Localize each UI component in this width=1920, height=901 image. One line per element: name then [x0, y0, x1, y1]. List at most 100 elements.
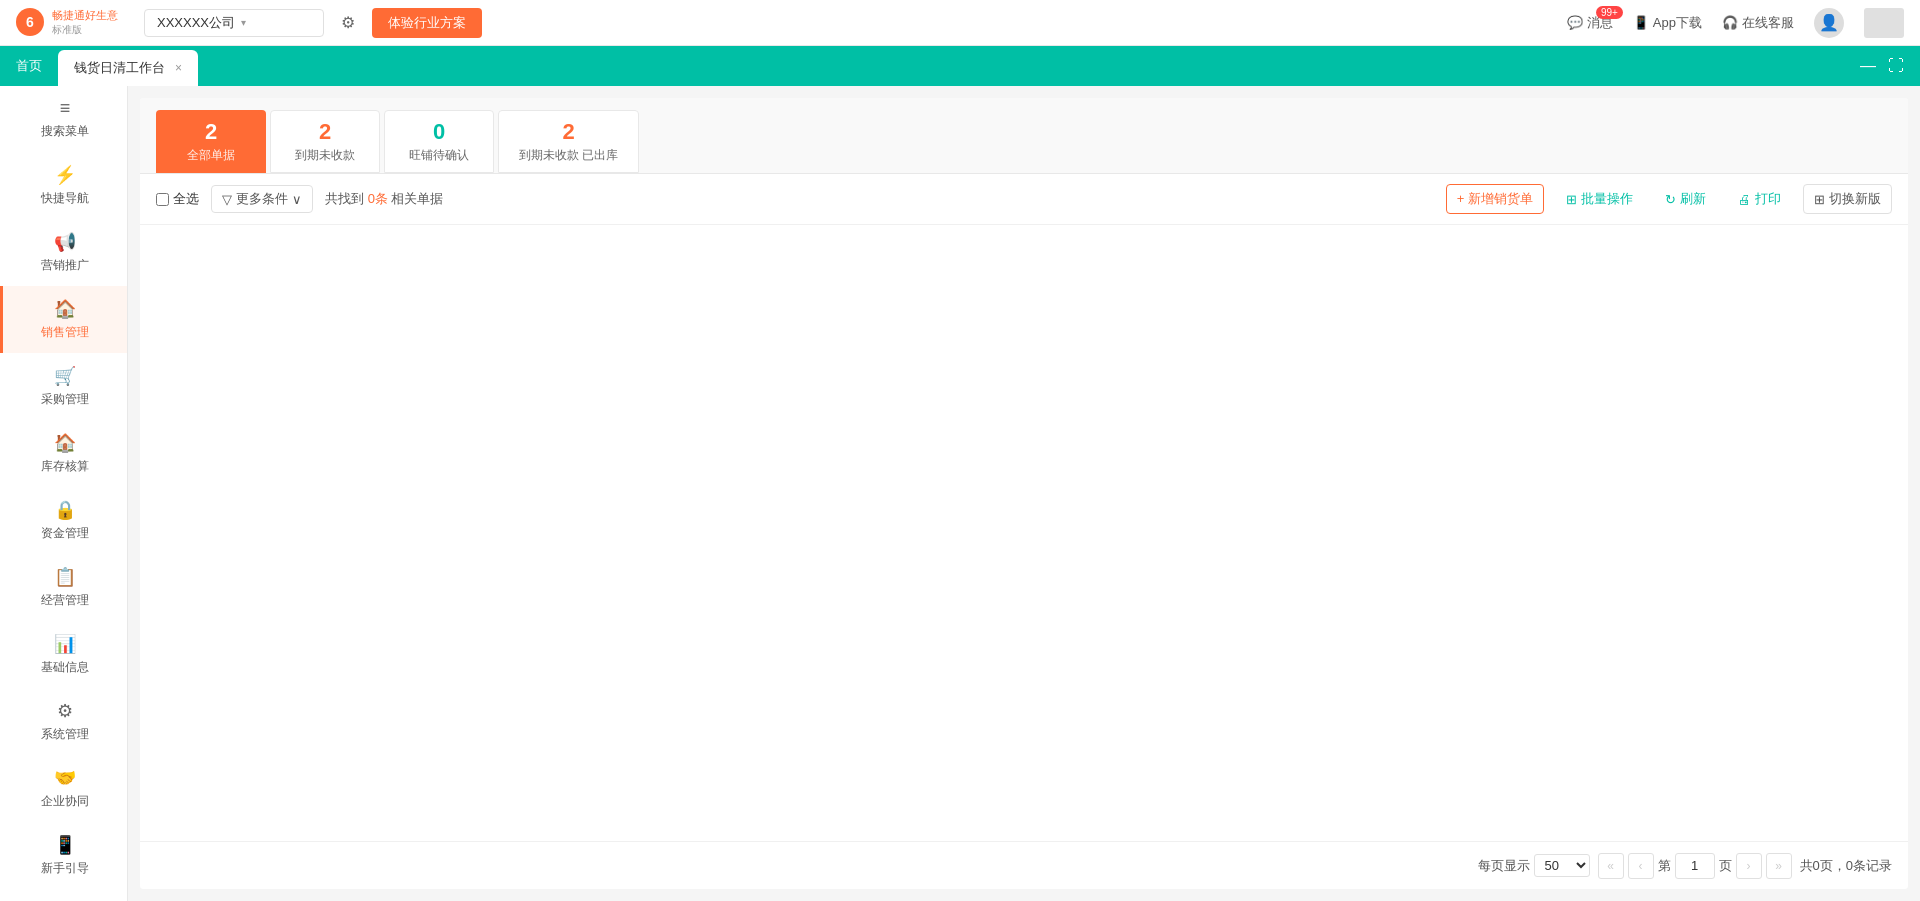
batch-operation-button[interactable]: ⊞ 批量操作: [1556, 185, 1643, 213]
operations-icon: 📋: [54, 566, 76, 588]
filter-button[interactable]: ▽ 更多条件 ∨: [211, 185, 313, 213]
avatar[interactable]: 👤: [1814, 8, 1844, 38]
switch-label: 切换新版: [1829, 190, 1881, 208]
sidebar-item-operations[interactable]: 📋 经营管理: [0, 554, 127, 621]
found-prefix: 共找到: [325, 191, 364, 206]
page-suffix-label: 页: [1719, 857, 1732, 875]
page-nav: « ‹ 第 页 › »: [1598, 853, 1792, 879]
stat-label-pending: 旺铺待确认: [409, 147, 469, 164]
refresh-icon: ↻: [1665, 192, 1676, 207]
sidebar-item-quick-nav[interactable]: ⚡ 快捷导航: [0, 152, 127, 219]
page-first-button[interactable]: «: [1598, 853, 1624, 879]
stats-tabs: 2 全部单据 2 到期未收款 0 旺铺待确认 2 到期未收款 已出库: [140, 98, 1908, 174]
per-page-select[interactable]: 20 50 100: [1534, 854, 1590, 877]
tab-home[interactable]: 首页: [0, 46, 58, 86]
select-all-label: 全选: [173, 190, 199, 208]
stat-num-pending: 0: [433, 119, 445, 145]
sidebar-label-inventory: 库存核算: [41, 458, 89, 475]
marketing-icon: 📢: [54, 231, 76, 253]
sidebar-label-marketing: 营销推广: [41, 257, 89, 274]
stat-tab-overdue-shipped[interactable]: 2 到期未收款 已出库: [498, 110, 639, 173]
content-area: 2 全部单据 2 到期未收款 0 旺铺待确认 2 到期未收款 已出库: [128, 86, 1920, 901]
sidebar-item-search-menu[interactable]: ≡ 搜索菜单: [0, 86, 127, 152]
experience-button[interactable]: 体验行业方案: [372, 8, 482, 38]
online-service-action[interactable]: 🎧 在线客服: [1722, 14, 1794, 32]
logo-text: 畅捷通好生意: [52, 8, 118, 22]
avatar-icon: 👤: [1819, 13, 1839, 32]
message-icon: 💬: [1567, 15, 1583, 30]
sidebar-item-system[interactable]: ⚙ 系统管理: [0, 688, 127, 755]
tab-close-icon[interactable]: ×: [175, 61, 182, 75]
sidebar-label-search-menu: 搜索菜单: [41, 123, 89, 140]
add-sales-order-button[interactable]: + 新增销货单: [1446, 184, 1544, 214]
content-inner: 2 全部单据 2 到期未收款 0 旺铺待确认 2 到期未收款 已出库: [140, 98, 1908, 889]
stat-label-overdue-shipped: 到期未收款 已出库: [519, 147, 618, 164]
per-page-label: 每页显示: [1478, 857, 1530, 875]
service-icon: 🎧: [1722, 15, 1738, 30]
quick-nav-icon: ⚡: [54, 164, 76, 186]
page-label: 第: [1658, 857, 1671, 875]
messages-action[interactable]: 💬 消息 99+: [1567, 14, 1613, 32]
stat-label-overdue: 到期未收款: [295, 147, 355, 164]
toolbar-right: + 新增销货单 ⊞ 批量操作 ↻ 刷新 🖨 打印 ⊞: [1446, 184, 1892, 214]
sidebar-label-basic-info: 基础信息: [41, 659, 89, 676]
download-icon: 📱: [1633, 15, 1649, 30]
purchase-icon: 🛒: [54, 365, 76, 387]
sidebar-item-enterprise[interactable]: 🤝 企业协同: [0, 755, 127, 822]
sidebar-item-finance[interactable]: 🔒 资金管理: [0, 487, 127, 554]
found-suffix: 相关单据: [391, 191, 443, 206]
page-size-selector: 每页显示 20 50 100: [1478, 854, 1590, 877]
user-menu-area[interactable]: [1864, 8, 1904, 38]
sidebar-item-sales[interactable]: 🏠 销售管理: [0, 286, 127, 353]
stat-tab-overdue[interactable]: 2 到期未收款: [270, 110, 380, 173]
logo-area: 6 畅捷通好生意 标准版: [16, 8, 144, 36]
sidebar-item-purchase[interactable]: 🛒 采购管理: [0, 353, 127, 420]
tab-active[interactable]: 钱货日清工作台 ×: [58, 50, 198, 86]
sidebar-label-operations: 经营管理: [41, 592, 89, 609]
sidebar-item-basic-info[interactable]: 📊 基础信息: [0, 621, 127, 688]
app-download-action[interactable]: 📱 App下载: [1633, 14, 1702, 32]
finance-icon: 🔒: [54, 499, 76, 521]
company-selector[interactable]: XXXXXX公司 ▾: [144, 9, 324, 37]
batch-icon: ⊞: [1566, 192, 1577, 207]
active-tab-label: 钱货日清工作台: [74, 59, 165, 77]
stat-label-all: 全部单据: [187, 147, 235, 164]
print-button[interactable]: 🖨 打印: [1728, 185, 1791, 213]
window-minimize-icon[interactable]: —: [1860, 57, 1876, 75]
logo-sub: 标准版: [52, 23, 118, 37]
header-right: 💬 消息 99+ 📱 App下载 🎧 在线客服 👤: [1567, 8, 1904, 38]
sidebar-item-inventory[interactable]: 🏠 库存核算: [0, 420, 127, 487]
found-count: 0条: [368, 191, 388, 206]
inventory-icon: 🏠: [54, 432, 76, 454]
total-text: 共0页，0条记录: [1800, 857, 1892, 875]
filter-icon: ▽: [222, 192, 232, 207]
sidebar-item-marketing[interactable]: 📢 营销推广: [0, 219, 127, 286]
filter-label: 更多条件: [236, 190, 288, 208]
page-next-button[interactable]: ›: [1736, 853, 1762, 879]
tab-window-actions: — ⛶: [1844, 57, 1920, 75]
select-all-input[interactable]: [156, 193, 169, 206]
page-last-button[interactable]: »: [1766, 853, 1792, 879]
system-icon: ⚙: [57, 700, 73, 722]
print-icon: 🖨: [1738, 192, 1751, 207]
basic-info-icon: 📊: [54, 633, 76, 655]
filter-chevron-icon: ∨: [292, 192, 302, 207]
enterprise-icon: 🤝: [54, 767, 76, 789]
main-layout: ≡ 搜索菜单 ⚡ 快捷导航 📢 营销推广 🏠 销售管理 🛒 采购管理 🏠 库存核…: [0, 86, 1920, 901]
sidebar-item-guide[interactable]: 📱 新手引导: [0, 822, 127, 889]
window-maximize-icon[interactable]: ⛶: [1888, 57, 1904, 75]
online-service-label: 在线客服: [1742, 14, 1794, 32]
sales-icon: 🏠: [54, 298, 76, 320]
found-text: 共找到 0条 相关单据: [325, 190, 443, 208]
refresh-button[interactable]: ↻ 刷新: [1655, 185, 1716, 213]
settings-button[interactable]: ⚙: [332, 7, 364, 39]
page-prev-button[interactable]: ‹: [1628, 853, 1654, 879]
select-all-checkbox[interactable]: 全选: [156, 190, 199, 208]
stat-tab-pending[interactable]: 0 旺铺待确认: [384, 110, 494, 173]
sidebar-item-app-center[interactable]: 🎁 应用中心: [0, 889, 127, 901]
page-input[interactable]: [1675, 853, 1715, 879]
search-menu-icon: ≡: [60, 98, 71, 119]
stat-tab-all[interactable]: 2 全部单据: [156, 110, 266, 173]
sidebar-label-purchase: 采购管理: [41, 391, 89, 408]
switch-version-button[interactable]: ⊞ 切换新版: [1803, 184, 1892, 214]
